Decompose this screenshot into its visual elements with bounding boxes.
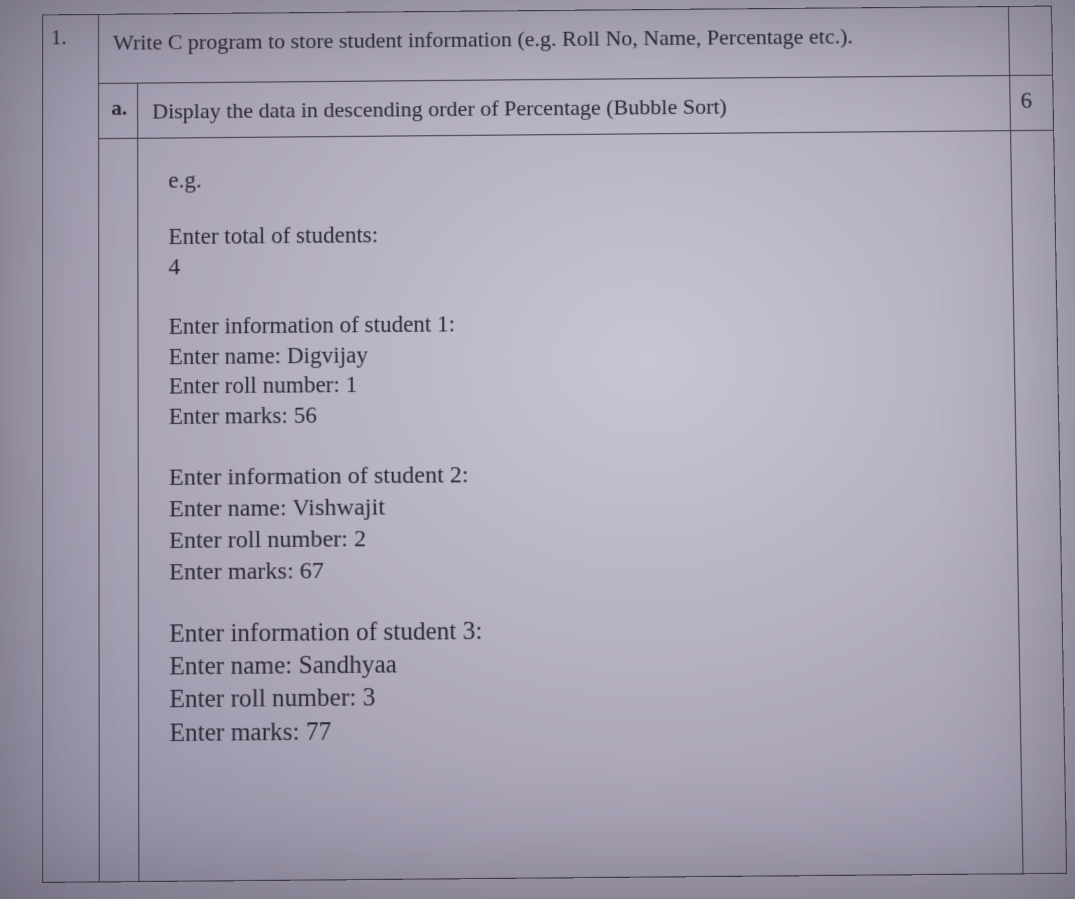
part-text: Display the data in descending order of … xyxy=(138,76,1010,137)
question-prompt: Write C program to store student informa… xyxy=(99,7,1009,68)
example-block: e.g. Enter total of students: 4 Enter in… xyxy=(138,131,1021,801)
student2-marks: Enter marks: 67 xyxy=(169,550,997,588)
question-number: 1. xyxy=(43,15,98,50)
student1-marks: Enter marks: 56 xyxy=(169,395,995,431)
part-label: a. xyxy=(99,84,137,121)
question-table: 1. Write C program to store student info… xyxy=(42,6,1067,883)
student3-marks: Enter marks: 77 xyxy=(169,710,1000,749)
total-students-value: 4 xyxy=(168,246,992,282)
eg-label: e.g. xyxy=(168,159,991,195)
part-marks: 6 xyxy=(1010,76,1053,114)
